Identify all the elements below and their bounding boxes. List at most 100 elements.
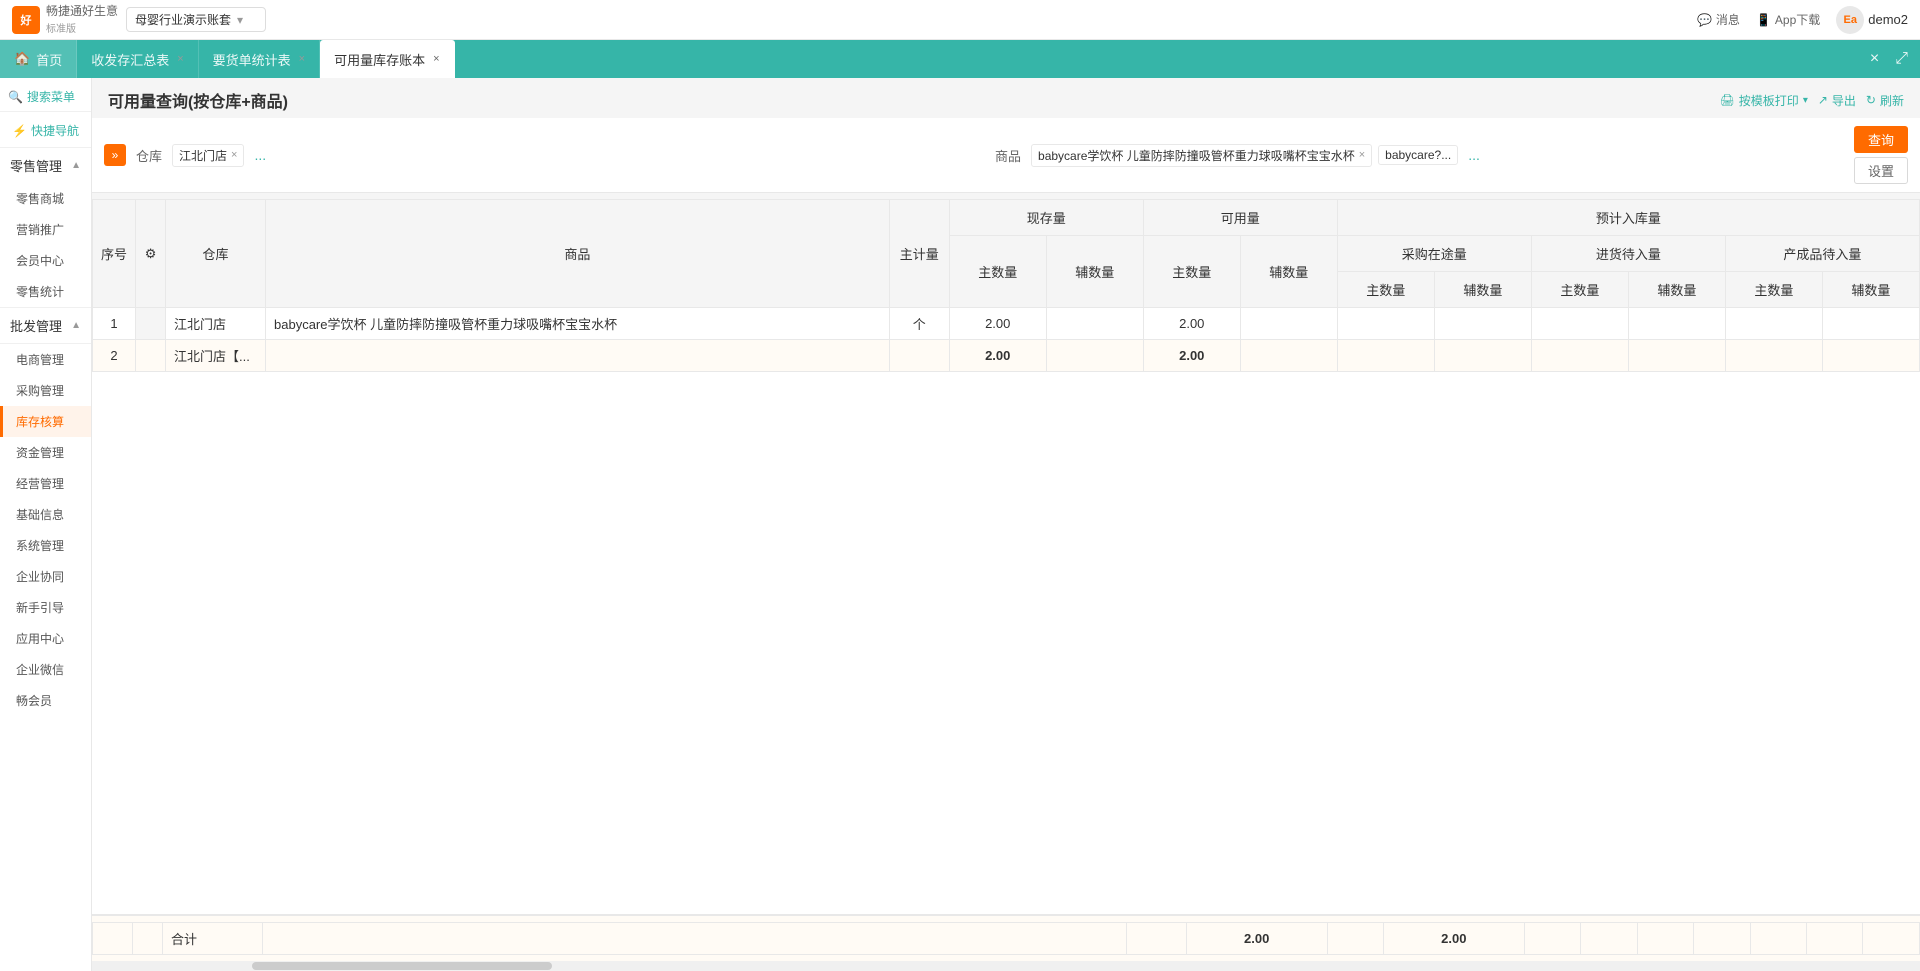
horizontal-scrollbar[interactable] [92,961,1920,971]
tab-shoufacun-close[interactable]: × [177,53,183,65]
warehouse-more-btn[interactable]: ... [250,147,270,163]
product-tag-2[interactable]: babycare?... [1378,145,1458,165]
footer-gear-cell [133,923,163,955]
row2-current-sub [1046,340,1143,372]
sidebar-item-inventory[interactable]: 库存核算 [0,406,91,437]
row2-avail-sub [1240,340,1337,372]
col-current-stock-header: 现存量 [949,200,1143,236]
sidebar-item-appcenter[interactable]: 应用中心 [0,623,91,654]
tab-yaohuo-close[interactable]: × [299,53,305,65]
col-product-pending-header: 产成品待入量 [1725,236,1919,272]
sidebar-item-wechat[interactable]: 企业微信 [0,654,91,685]
tab-keyongliang[interactable]: 可用量库存账本 × [320,40,454,78]
sidebar-item-enterprise[interactable]: 企业协同 [0,561,91,592]
top-bar-right: 💬 消息 📱 App下载 Ea demo2 [1697,6,1908,34]
product-tag-1-value: babycare学饮杯 儿童防摔防撞吸管杯重力球吸嘴杯宝宝水杯 [1038,147,1355,164]
footer-purchase-sub [1637,923,1693,955]
sidebar-retail-label: 零售管理 [10,156,62,175]
tab-home[interactable]: 🏠 首页 [0,40,77,78]
print-action[interactable]: 🖨 按模板打印 ▾ [1720,92,1808,109]
sidebar-search[interactable]: 🔍 搜索菜单 [0,78,91,112]
sidebar-item-finance[interactable]: 资金管理 [0,437,91,468]
close-all-tabs-btn[interactable]: × [1866,48,1883,70]
row2-incoming-sub [1628,340,1725,372]
logo-area: 好 畅捷通好生意 标准版 [12,4,118,35]
sidebar-section-wholesale: 批发管理 ▲ [0,308,91,344]
tab-yaohuo-label: 要货单统计表 [213,50,291,69]
col-incoming-sub-header: 辅数量 [1628,272,1725,308]
tab-shoufacun[interactable]: 收发存汇总表 × [77,40,198,78]
sidebar-item-purchase[interactable]: 采购管理 [0,375,91,406]
sidebar-section-retail: 零售管理 ▲ 零售商城 营销推广 会员中心 零售统计 [0,148,91,308]
warehouse-filter-label: 仓库 [136,146,162,165]
refresh-action[interactable]: ↻ 刷新 [1866,92,1904,109]
product-more-btn[interactable]: ... [1464,147,1484,163]
query-button[interactable]: 查询 [1854,126,1908,153]
sidebar-item-operation[interactable]: 经营管理 [0,468,91,499]
sidebar-item-retail-mall[interactable]: 零售商城 [0,183,91,214]
product-filter-label: 商品 [995,146,1021,165]
footer-current-main: 2.00 [1186,923,1327,955]
row1-product-main [1725,308,1822,340]
setting-button[interactable]: 设置 [1854,157,1908,184]
tab-keyongliang-close[interactable]: × [433,53,439,65]
table-row: 1 江北门店 babycare学饮杯 儿童防摔防撞吸管杯重力球吸嘴杯宝宝水杯 个… [93,308,1920,340]
top-bar-left: 好 畅捷通好生意 标准版 母婴行业演示账套 ▾ [12,4,266,35]
filter-tag-area: 江北门店 × ... [172,144,985,167]
user-info[interactable]: Ea demo2 [1836,6,1908,34]
content-area: 可用量查询(按仓库+商品) 🖨 按模板打印 ▾ ↗ 导出 ↻ 刷新 » [92,78,1920,971]
home-icon: 🏠 [14,51,30,67]
col-avail-main-header: 主数量 [1143,236,1240,308]
export-action[interactable]: ↗ 导出 [1818,92,1856,109]
product-tag-1[interactable]: babycare学饮杯 儿童防摔防撞吸管杯重力球吸嘴杯宝宝水杯 × [1031,144,1372,167]
tab-yaohuo[interactable]: 要货单统计表 × [199,40,320,78]
fullscreen-btn[interactable]: ⤢ [1891,48,1912,70]
tenant-select[interactable]: 母婴行业演示账套 ▾ [126,7,266,32]
filter-expand-btn[interactable]: » [104,144,126,166]
msg-action[interactable]: 💬 消息 [1697,11,1740,28]
row1-warehouse: 江北门店 [166,308,266,340]
col-no-header: 序号 [93,200,136,308]
app-download-action[interactable]: 📱 App下载 [1756,11,1820,28]
msg-icon: 💬 [1697,13,1712,27]
row1-current-sub [1046,308,1143,340]
page-title: 可用量查询(按仓库+商品) [108,88,288,112]
export-label: 导出 [1832,92,1856,109]
row1-avail-main: 2.00 [1143,308,1240,340]
row2-warehouse: 江北门店【... [166,340,266,372]
col-group-header-row: 序号 ⚙ 仓库 商品 主计量 现存量 可用量 预计入库量 [93,200,1920,236]
print-arrow-icon: ▾ [1803,95,1808,106]
sidebar-item-member[interactable]: 会员中心 [0,245,91,276]
warehouse-tag[interactable]: 江北门店 × [172,144,244,167]
sidebar-item-system[interactable]: 系统管理 [0,530,91,561]
warehouse-tag-close[interactable]: × [231,149,237,161]
table-container[interactable]: 序号 ⚙ 仓库 商品 主计量 现存量 可用量 预计入库量 主数量 辅数量 主数量… [92,199,1920,914]
row1-product-sub [1822,308,1919,340]
product-tag-1-close[interactable]: × [1359,149,1365,161]
app-download-label: App下载 [1775,11,1820,28]
sidebar-item-marketing[interactable]: 营销推广 [0,214,91,245]
sidebar-item-vip[interactable]: 畅会员 [0,685,91,716]
col-available-header: 可用量 [1143,200,1337,236]
sidebar-item-ecommerce[interactable]: 电商管理 [0,344,91,375]
sidebar-item-newguide[interactable]: 新手引导 [0,592,91,623]
logo-icon: 好 [12,6,40,34]
sidebar-item-basic-info[interactable]: 基础信息 [0,499,91,530]
page-header: 可用量查询(按仓库+商品) 🖨 按模板打印 ▾ ↗ 导出 ↻ 刷新 [92,78,1920,118]
sidebar-section-wholesale-header[interactable]: 批发管理 ▲ [0,308,91,343]
row2-unit [889,340,949,372]
scroll-thumb[interactable] [252,962,552,970]
col-product-header: 商品 [266,200,890,308]
col-gear-header[interactable]: ⚙ [136,200,166,308]
app-icon: 📱 [1756,13,1771,27]
warehouse-tag-value: 江北门店 [179,147,227,164]
col-purchase-sub-header: 辅数量 [1434,272,1531,308]
col-current-sub-header: 辅数量 [1046,236,1143,308]
row1-gear [136,308,166,340]
nav-tabs-end: × ⤢ [1866,40,1920,78]
col-current-main-header: 主数量 [949,236,1046,308]
sidebar-section-retail-header[interactable]: 零售管理 ▲ [0,148,91,183]
refresh-label: 刷新 [1880,92,1904,109]
sidebar-quick-nav[interactable]: ⚡ 快捷导航 [0,112,91,148]
sidebar-item-retail-stats[interactable]: 零售统计 [0,276,91,307]
